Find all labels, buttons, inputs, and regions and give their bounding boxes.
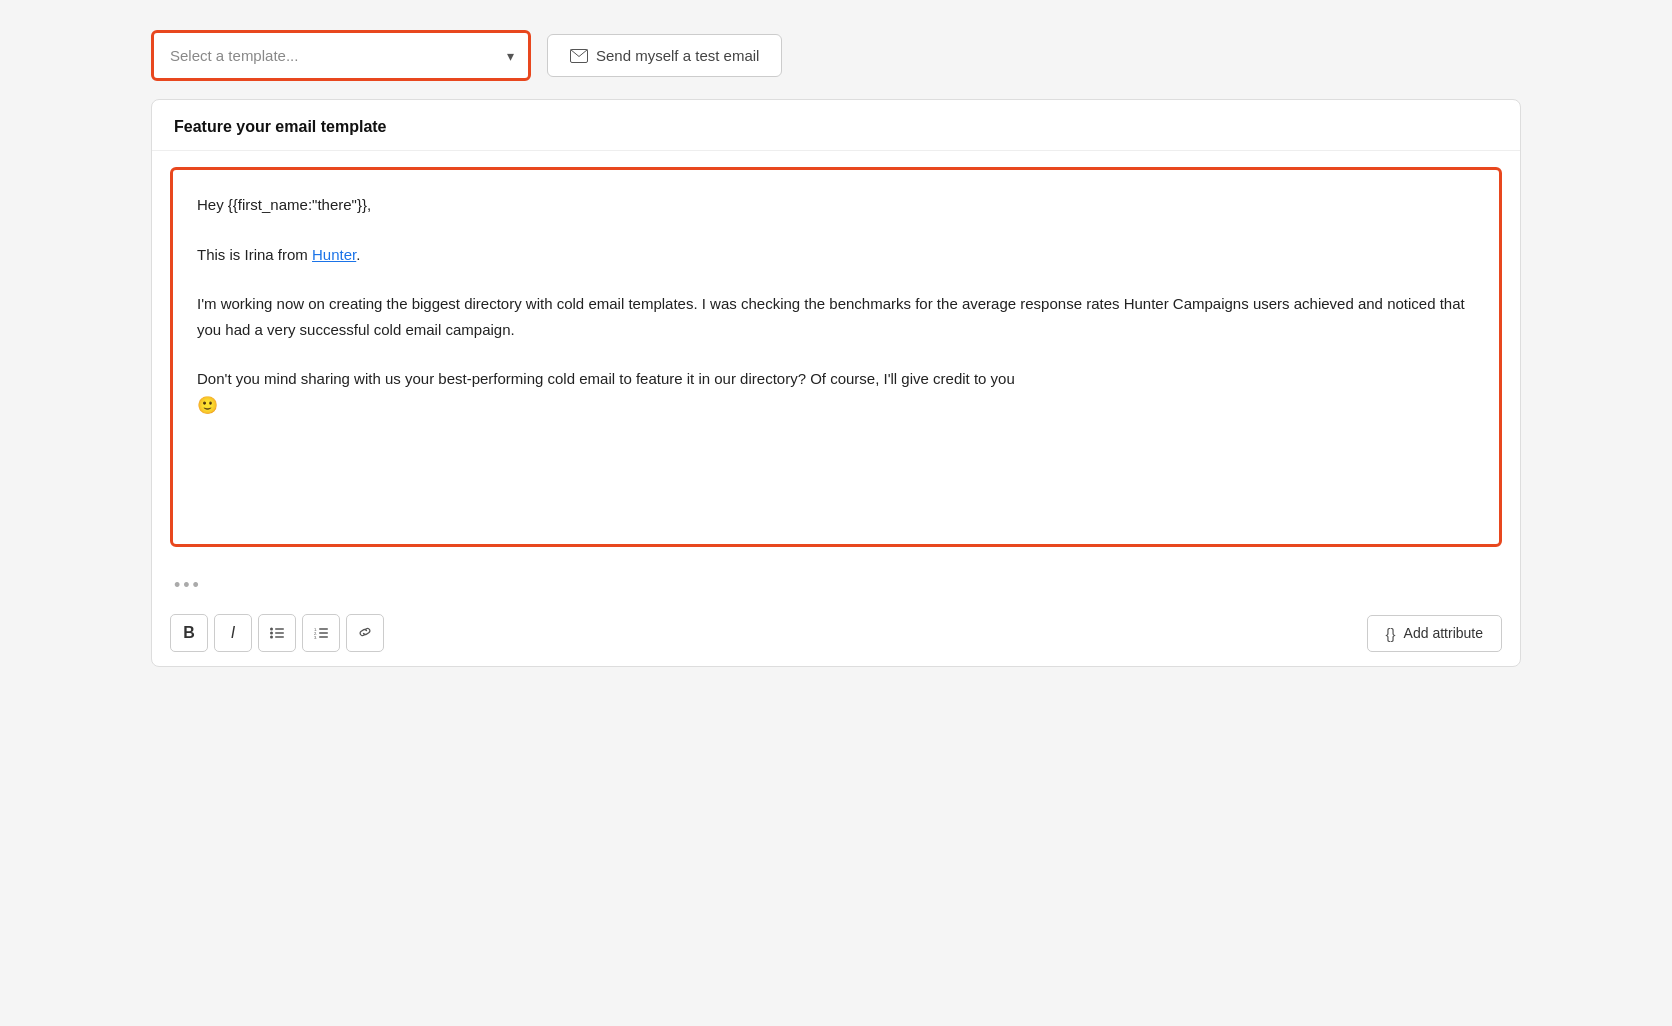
cta-paragraph: Don't you mind sharing with us your best… <box>197 366 1475 420</box>
svg-rect-6 <box>275 636 284 638</box>
email-body-editor[interactable]: Hey {{first_name:"there"}}, This is Irin… <box>170 167 1502 547</box>
card-header: Feature your email template <box>152 100 1520 151</box>
italic-button[interactable]: I <box>214 614 252 652</box>
template-select[interactable]: Select a template... <box>154 33 528 78</box>
formatting-buttons: B I <box>170 614 384 652</box>
svg-point-1 <box>270 627 273 630</box>
bold-button[interactable]: B <box>170 614 208 652</box>
email-icon <box>570 49 588 63</box>
unordered-list-button[interactable] <box>258 614 296 652</box>
intro-line: This is Irina from Hunter. <box>197 242 1475 268</box>
svg-rect-12 <box>319 636 328 638</box>
svg-rect-4 <box>275 632 284 634</box>
svg-point-3 <box>270 631 273 634</box>
add-attribute-button[interactable]: {} Add attribute <box>1367 615 1502 652</box>
editor-toolbar: B I <box>152 604 1520 666</box>
dots-row: ••• <box>152 563 1520 604</box>
svg-rect-8 <box>319 628 328 630</box>
top-bar: Select a template... ▾ Send myself a tes… <box>151 30 1521 81</box>
add-attribute-label: Add attribute <box>1404 625 1483 641</box>
template-select-wrapper: Select a template... ▾ <box>151 30 531 81</box>
unordered-list-icon <box>270 625 284 642</box>
send-test-email-button[interactable]: Send myself a test email <box>547 34 782 77</box>
card-title: Feature your email template <box>174 118 1498 136</box>
curly-braces-icon: {} <box>1386 625 1396 642</box>
body-paragraph: I'm working now on creating the biggest … <box>197 291 1475 342</box>
link-icon <box>357 624 373 643</box>
svg-point-5 <box>270 635 273 638</box>
link-button[interactable] <box>346 614 384 652</box>
page-wrapper: Select a template... ▾ Send myself a tes… <box>151 30 1521 667</box>
ordered-list-icon: 1. 2. 3. <box>314 625 328 642</box>
svg-rect-10 <box>319 632 328 634</box>
email-body-text: Hey {{first_name:"there"}}, This is Irin… <box>197 192 1475 420</box>
greeting-line: Hey {{first_name:"there"}}, <box>197 192 1475 218</box>
hunter-link[interactable]: Hunter <box>312 246 356 263</box>
svg-rect-2 <box>275 628 284 630</box>
send-test-label: Send myself a test email <box>596 47 759 64</box>
ordered-list-button[interactable]: 1. 2. 3. <box>302 614 340 652</box>
emoji: 🙂 <box>197 396 218 415</box>
svg-text:3.: 3. <box>314 634 317 639</box>
main-card: Feature your email template Hey {{first_… <box>151 99 1521 667</box>
